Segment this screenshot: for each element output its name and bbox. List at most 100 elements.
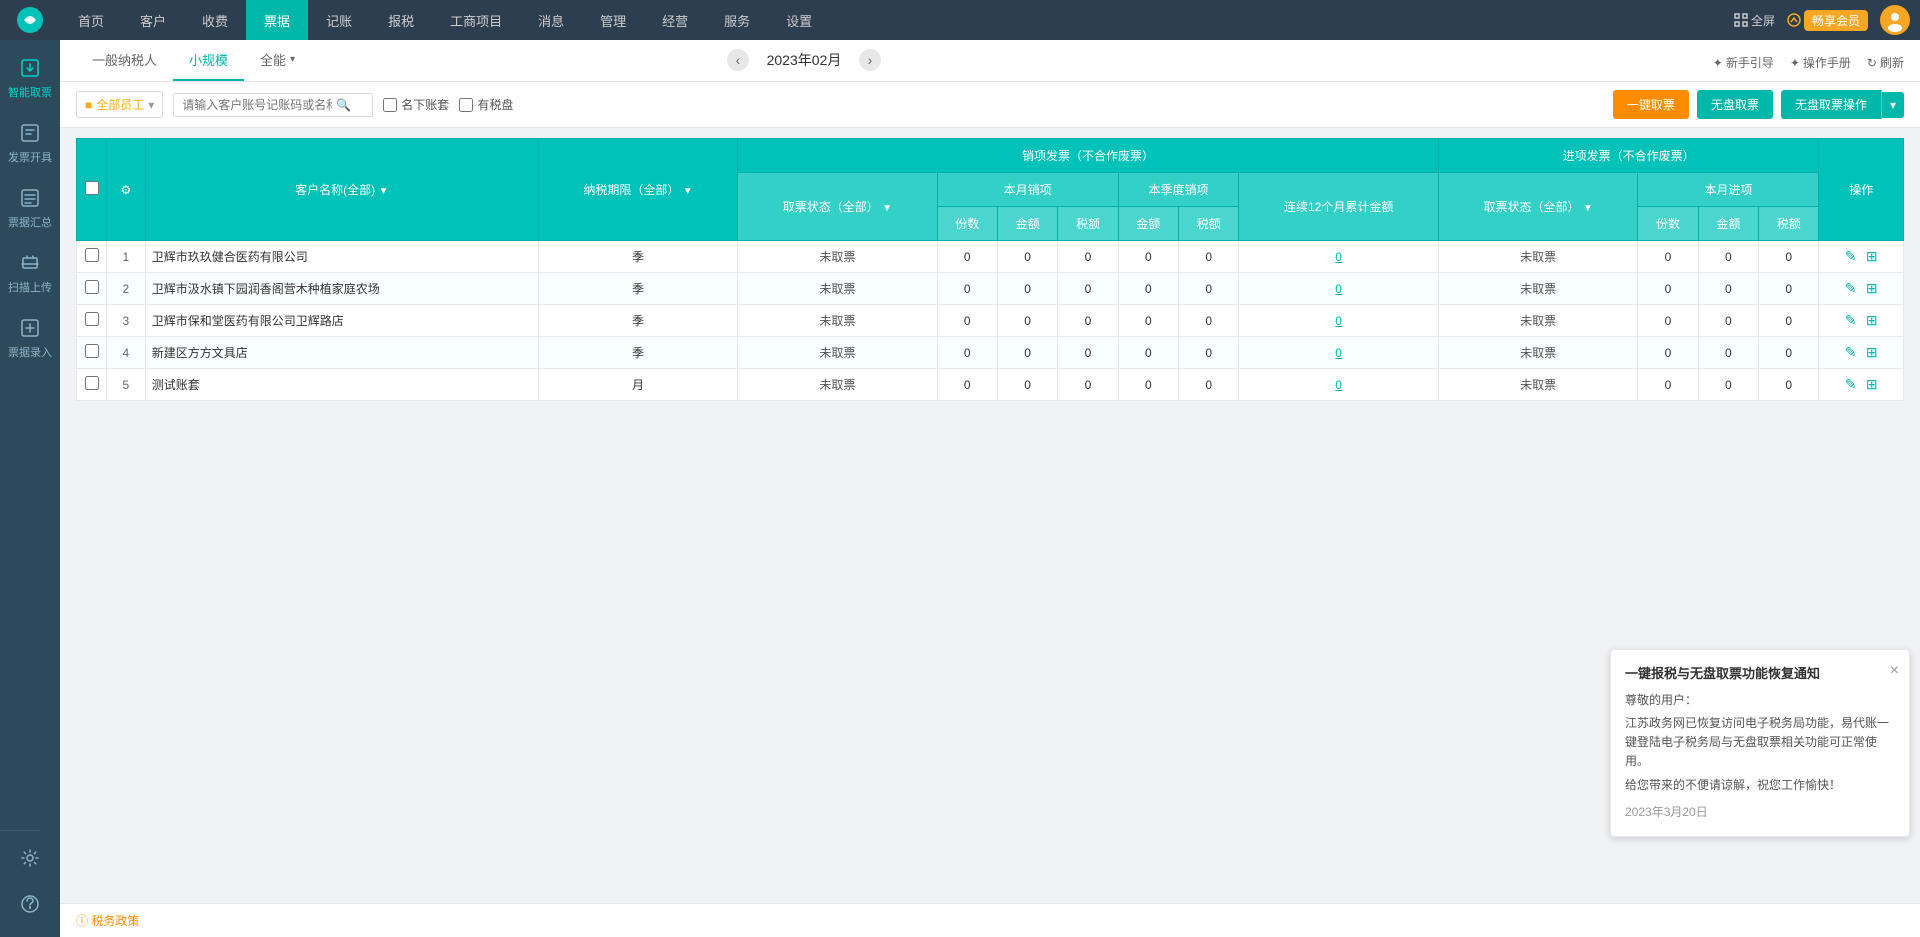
download-icon xyxy=(17,55,43,81)
detail-icon-4[interactable]: ⊞ xyxy=(1866,376,1878,392)
th-month-sales: 本月销项 xyxy=(937,173,1118,207)
nav-home[interactable]: 首页 xyxy=(60,0,122,40)
th-checkbox xyxy=(77,139,107,241)
row-purchase-month-tax-1: 0 xyxy=(1759,273,1819,305)
row-sales-status-4: 未取票 xyxy=(738,369,937,401)
sidebar-item-entry[interactable]: 票据录入 xyxy=(0,305,60,370)
my-accounts-checkbox[interactable] xyxy=(383,98,397,112)
nav-business[interactable]: 工商项目 xyxy=(432,0,520,40)
table-row: 1 卫辉市玖玖健合医药有限公司 季 未取票 0 0 0 0 0 0 未取票 0 … xyxy=(77,241,1904,273)
tax-period-filter-icon[interactable]: ▼ xyxy=(683,186,693,197)
nav-invoice[interactable]: 票据 xyxy=(246,0,308,40)
row-checkbox-1[interactable] xyxy=(85,280,99,294)
sidebar-item-settings[interactable] xyxy=(0,835,60,881)
edit-icon-4[interactable]: ✎ xyxy=(1845,376,1857,392)
nav-bookkeeping[interactable]: 记账 xyxy=(308,0,370,40)
sidebar-item-summary[interactable]: 票据汇总 xyxy=(0,175,60,240)
row-purchase-month-amount-4: 0 xyxy=(1698,369,1758,401)
edit-icon-3[interactable]: ✎ xyxy=(1845,344,1857,360)
prev-month-btn[interactable]: ‹ xyxy=(727,49,749,71)
row-checkbox-3[interactable] xyxy=(85,344,99,358)
detail-icon-3[interactable]: ⊞ xyxy=(1866,344,1878,360)
table-row: 3 卫辉市保和堂医药有限公司卫辉路店 季 未取票 0 0 0 0 0 0 未取票… xyxy=(77,305,1904,337)
row-sales-month-tax-2: 0 xyxy=(1058,305,1118,337)
th-group-sales: 销项发票（不合作废票） xyxy=(738,139,1439,173)
sidebar-item-smart-invoice[interactable]: 智能取票 xyxy=(0,45,60,110)
sidebar-item-invoice-issue[interactable]: 发票开具 xyxy=(0,110,60,175)
tab-all[interactable]: 全能 ▾ xyxy=(244,50,311,81)
detail-icon-2[interactable]: ⊞ xyxy=(1866,312,1878,328)
row-purchase-month-tax-4: 0 xyxy=(1759,369,1819,401)
nav-customer[interactable]: 客户 xyxy=(122,0,184,40)
scan-icon xyxy=(17,250,43,276)
notification-popup: × 一键报税与无盘取票功能恢复通知 尊敬的用户： 江苏政务网已恢复访问电子税务局… xyxy=(1610,649,1910,837)
table-settings-icon[interactable]: ⚙ xyxy=(120,183,131,197)
vip-btn[interactable]: 畅享会员 xyxy=(1787,10,1868,31)
search-icon[interactable]: 🔍 xyxy=(336,98,351,112)
row-12month-0[interactable]: 0 xyxy=(1239,241,1439,273)
row-actions-2: ✎ ⊞ xyxy=(1819,305,1904,337)
row-12month-2[interactable]: 0 xyxy=(1239,305,1439,337)
user-avatar[interactable] xyxy=(1880,5,1910,35)
row-sales-status-0: 未取票 xyxy=(738,241,937,273)
nav-settings[interactable]: 设置 xyxy=(768,0,830,40)
sidebar-item-scan[interactable]: 扫描上传 xyxy=(0,240,60,305)
new-guide-btn[interactable]: ✦ 新手引导 xyxy=(1713,54,1774,71)
diskless-btn[interactable]: 无盘取票 xyxy=(1697,90,1773,119)
select-all-checkbox[interactable] xyxy=(85,181,99,195)
my-accounts-checkbox-label[interactable]: 名下账套 xyxy=(383,96,449,113)
row-checkbox-0[interactable] xyxy=(85,248,99,262)
month-navigator: ‹ 2023年02月 › xyxy=(727,49,881,81)
row-checkbox-2[interactable] xyxy=(85,312,99,326)
row-sales-month-amount-3: 0 xyxy=(997,337,1057,369)
row-sales-month-amount-4: 0 xyxy=(997,369,1057,401)
th-purchase-month-amount: 金额 xyxy=(1698,207,1758,241)
summary-icon xyxy=(17,185,43,211)
detail-icon-0[interactable]: ⊞ xyxy=(1866,248,1878,264)
search-input[interactable] xyxy=(182,98,332,112)
nav-fee[interactable]: 收费 xyxy=(184,0,246,40)
nav-management[interactable]: 管理 xyxy=(582,0,644,40)
diskless-ops-btn[interactable]: 无盘取票操作 xyxy=(1781,90,1882,119)
entry-icon xyxy=(17,315,43,341)
row-sales-month-count-1: 0 xyxy=(937,273,997,305)
row-purchase-month-count-0: 0 xyxy=(1638,241,1698,273)
diskless-ops-dropdown[interactable]: ▾ xyxy=(1882,92,1904,118)
row-tax-period-2: 季 xyxy=(538,305,737,337)
next-month-btn[interactable]: › xyxy=(859,49,881,71)
has-taxdisk-checkbox[interactable] xyxy=(459,98,473,112)
manual-btn[interactable]: ✦ 操作手册 xyxy=(1790,54,1851,71)
tax-policy-link[interactable]: 税务政策 xyxy=(91,914,139,928)
top-nav: 首页 客户 收费 票据 记账 报税 工商项目 消息 管理 经营 服务 设置 全屏… xyxy=(0,0,1920,40)
notification-close-btn[interactable]: × xyxy=(1890,658,1899,684)
row-12month-1[interactable]: 0 xyxy=(1239,273,1439,305)
settings-icon xyxy=(17,845,43,871)
th-purchase-month-count: 份数 xyxy=(1638,207,1698,241)
purchase-status-filter-icon[interactable]: ▼ xyxy=(1583,203,1593,214)
edit-icon-1[interactable]: ✎ xyxy=(1845,280,1857,296)
row-12month-4[interactable]: 0 xyxy=(1239,369,1439,401)
refresh-btn[interactable]: ↻ 刷新 xyxy=(1867,54,1904,71)
fullscreen-btn[interactable]: 全屏 xyxy=(1734,12,1775,29)
detail-icon-1[interactable]: ⊞ xyxy=(1866,280,1878,296)
tab-general-taxpayer[interactable]: 一般纳税人 xyxy=(76,50,173,81)
row-name-3: 新建区方方文具店 xyxy=(145,337,538,369)
logo xyxy=(10,0,50,40)
sidebar-item-help[interactable] xyxy=(0,881,60,927)
row-tax-period-3: 季 xyxy=(538,337,737,369)
row-12month-3[interactable]: 0 xyxy=(1239,337,1439,369)
filter-icon[interactable]: ▼ xyxy=(378,186,388,197)
one-click-btn[interactable]: 一键取票 xyxy=(1613,90,1689,119)
has-taxdisk-checkbox-label[interactable]: 有税盘 xyxy=(459,96,513,113)
row-checkbox-4[interactable] xyxy=(85,376,99,390)
nav-message[interactable]: 消息 xyxy=(520,0,582,40)
nav-service[interactable]: 服务 xyxy=(706,0,768,40)
th-group-purchase: 进项发票（不合作废票） xyxy=(1438,139,1818,173)
nav-business2[interactable]: 经营 xyxy=(644,0,706,40)
employee-filter[interactable]: ■ 全部员工 ▾ xyxy=(76,91,163,118)
tab-small-scale[interactable]: 小规模 xyxy=(173,50,244,81)
edit-icon-2[interactable]: ✎ xyxy=(1845,312,1857,328)
edit-icon-0[interactable]: ✎ xyxy=(1845,248,1857,264)
nav-tax[interactable]: 报税 xyxy=(370,0,432,40)
sales-status-filter-icon[interactable]: ▼ xyxy=(882,203,892,214)
